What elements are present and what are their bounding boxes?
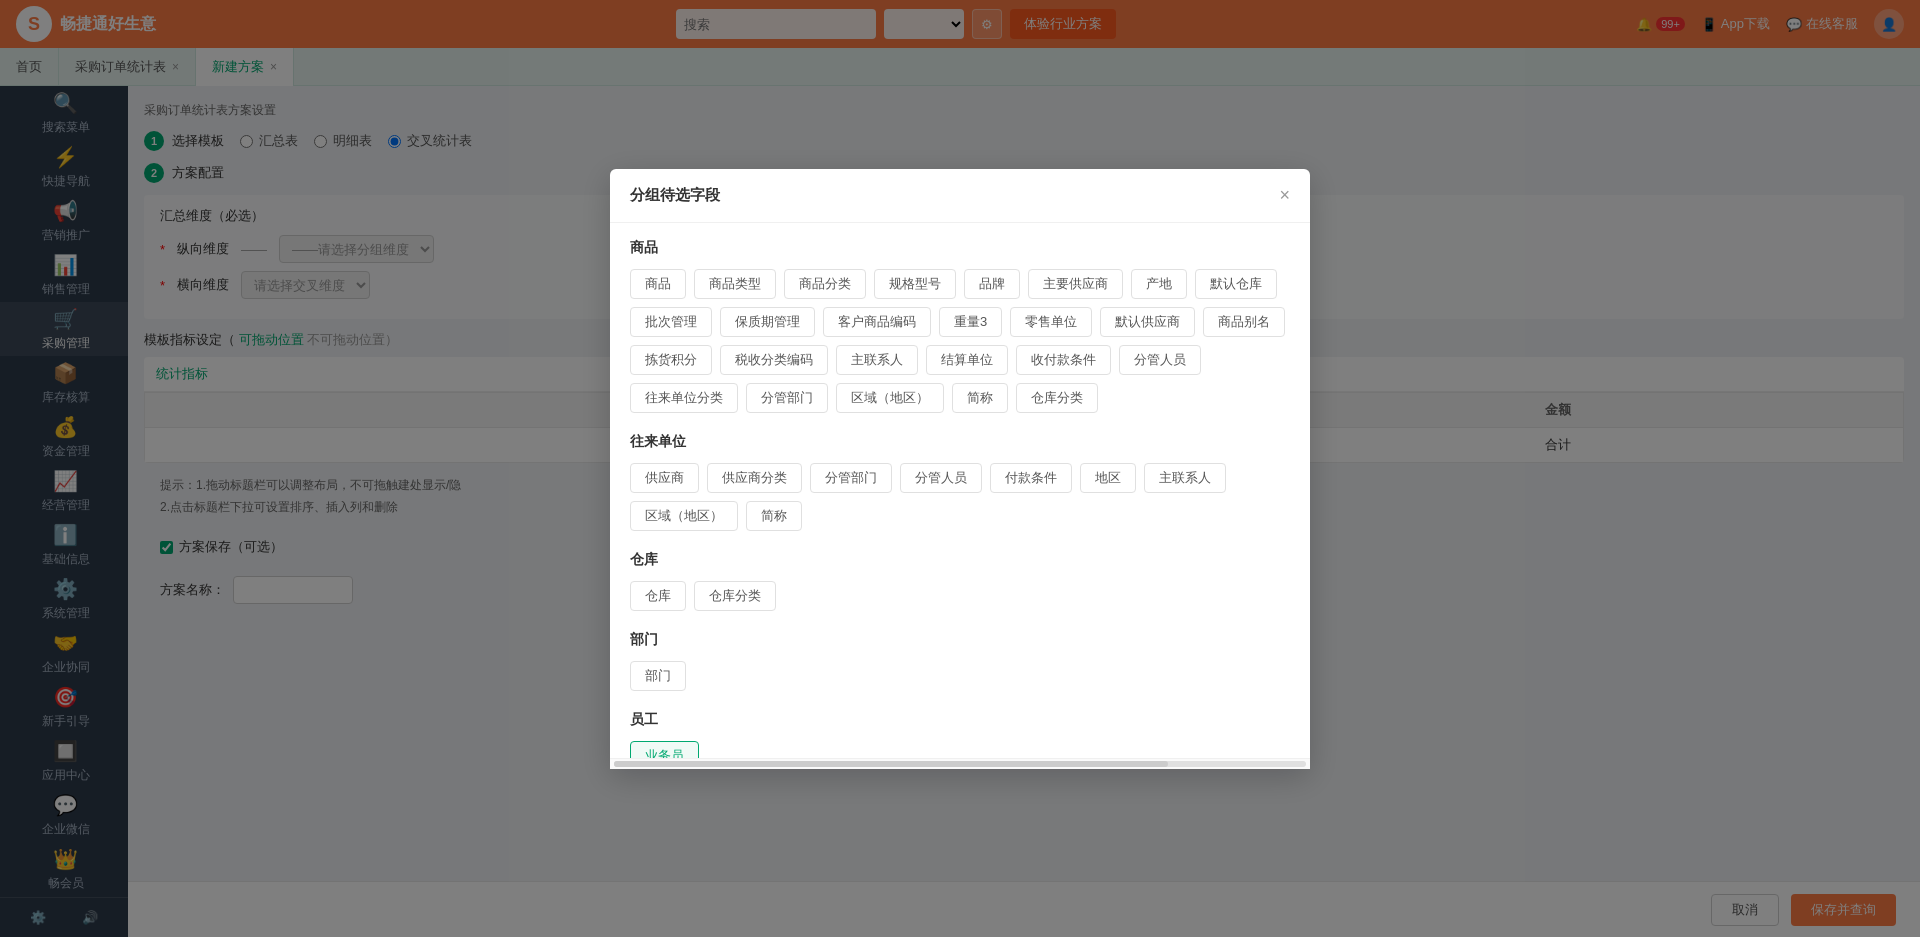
- field-chip-partner-category[interactable]: 往来单位分类: [630, 383, 738, 413]
- field-chip-goods-alias[interactable]: 商品别名: [1203, 307, 1285, 337]
- field-group-employee: 员工 业务员: [630, 711, 1290, 758]
- field-chip-warehouse[interactable]: 仓库: [630, 581, 686, 611]
- field-group-partner-title: 往来单位: [630, 433, 1290, 451]
- field-group-department-title: 部门: [630, 631, 1290, 649]
- field-chip-default-warehouse[interactable]: 默认仓库: [1195, 269, 1277, 299]
- field-chips-goods: 商品 商品类型 商品分类 规格型号 品牌 主要供应商 产地 默认仓库 批次管理 …: [630, 269, 1290, 413]
- field-chips-warehouse: 仓库 仓库分类: [630, 581, 1290, 611]
- field-chip-spec-model[interactable]: 规格型号: [874, 269, 956, 299]
- field-chips-partner: 供应商 供应商分类 分管部门 分管人员 付款条件 地区 主联系人 区域（地区） …: [630, 463, 1290, 531]
- field-group-goods: 商品 商品 商品类型 商品分类 规格型号 品牌 主要供应商 产地 默认仓库 批次…: [630, 239, 1290, 413]
- modal-title: 分组待选字段: [630, 186, 720, 205]
- field-chip-manage-person[interactable]: 分管人员: [900, 463, 982, 493]
- field-chip-pick-points[interactable]: 拣货积分: [630, 345, 712, 375]
- field-chip-origin[interactable]: 产地: [1131, 269, 1187, 299]
- field-chip-shelf-life[interactable]: 保质期管理: [720, 307, 815, 337]
- field-chip-dept[interactable]: 分管部门: [746, 383, 828, 413]
- field-chip-area[interactable]: 地区: [1080, 463, 1136, 493]
- modal-horizontal-scrollbar[interactable]: [610, 758, 1310, 769]
- field-chip-goods-type[interactable]: 商品类型: [694, 269, 776, 299]
- field-group-department: 部门 部门: [630, 631, 1290, 691]
- field-chip-salesperson[interactable]: 业务员: [630, 741, 699, 758]
- field-chip-main-contact[interactable]: 主联系人: [836, 345, 918, 375]
- field-chip-goods-category[interactable]: 商品分类: [784, 269, 866, 299]
- modal-header: 分组待选字段 ×: [610, 169, 1310, 223]
- field-chips-employee: 业务员: [630, 741, 1290, 758]
- field-chip-main-supplier[interactable]: 主要供应商: [1028, 269, 1123, 299]
- field-chip-supplier-category[interactable]: 供应商分类: [707, 463, 802, 493]
- field-chip-department[interactable]: 部门: [630, 661, 686, 691]
- field-group-goods-title: 商品: [630, 239, 1290, 257]
- modal: 分组待选字段 × 商品 商品 商品类型 商品分类 规格型号 品牌 主要供应商 产…: [610, 169, 1310, 769]
- field-chip-warehouse-cat[interactable]: 仓库分类: [694, 581, 776, 611]
- field-chips-department: 部门: [630, 661, 1290, 691]
- field-chip-region[interactable]: 区域（地区）: [836, 383, 944, 413]
- field-chip-supplier[interactable]: 供应商: [630, 463, 699, 493]
- modal-close-button[interactable]: ×: [1279, 185, 1290, 206]
- field-chip-batch-mgmt[interactable]: 批次管理: [630, 307, 712, 337]
- modal-overlay: 分组待选字段 × 商品 商品 商品类型 商品分类 规格型号 品牌 主要供应商 产…: [0, 0, 1920, 937]
- field-chip-settle-unit[interactable]: 结算单位: [926, 345, 1008, 375]
- field-chip-tax-code[interactable]: 税收分类编码: [720, 345, 828, 375]
- field-group-employee-title: 员工: [630, 711, 1290, 729]
- field-chip-payment-terms[interactable]: 收付款条件: [1016, 345, 1111, 375]
- field-chip-manage-dept[interactable]: 分管部门: [810, 463, 892, 493]
- field-chip-customer-code[interactable]: 客户商品编码: [823, 307, 931, 337]
- field-chip-weight[interactable]: 重量3: [939, 307, 1002, 337]
- field-chip-main-contact-partner[interactable]: 主联系人: [1144, 463, 1226, 493]
- field-chip-brand[interactable]: 品牌: [964, 269, 1020, 299]
- field-group-partner: 往来单位 供应商 供应商分类 分管部门 分管人员 付款条件 地区 主联系人 区域…: [630, 433, 1290, 531]
- modal-body[interactable]: 商品 商品 商品类型 商品分类 规格型号 品牌 主要供应商 产地 默认仓库 批次…: [610, 223, 1310, 758]
- field-chip-pay-terms[interactable]: 付款条件: [990, 463, 1072, 493]
- field-chip-goods[interactable]: 商品: [630, 269, 686, 299]
- field-chip-region-partner[interactable]: 区域（地区）: [630, 501, 738, 531]
- field-chip-retail-unit[interactable]: 零售单位: [1010, 307, 1092, 337]
- field-group-warehouse: 仓库 仓库 仓库分类: [630, 551, 1290, 611]
- field-chip-short-name-partner[interactable]: 简称: [746, 501, 802, 531]
- field-chip-manager[interactable]: 分管人员: [1119, 345, 1201, 375]
- field-chip-short-name[interactable]: 简称: [952, 383, 1008, 413]
- field-chip-warehouse-category[interactable]: 仓库分类: [1016, 383, 1098, 413]
- field-group-warehouse-title: 仓库: [630, 551, 1290, 569]
- field-chip-default-supplier[interactable]: 默认供应商: [1100, 307, 1195, 337]
